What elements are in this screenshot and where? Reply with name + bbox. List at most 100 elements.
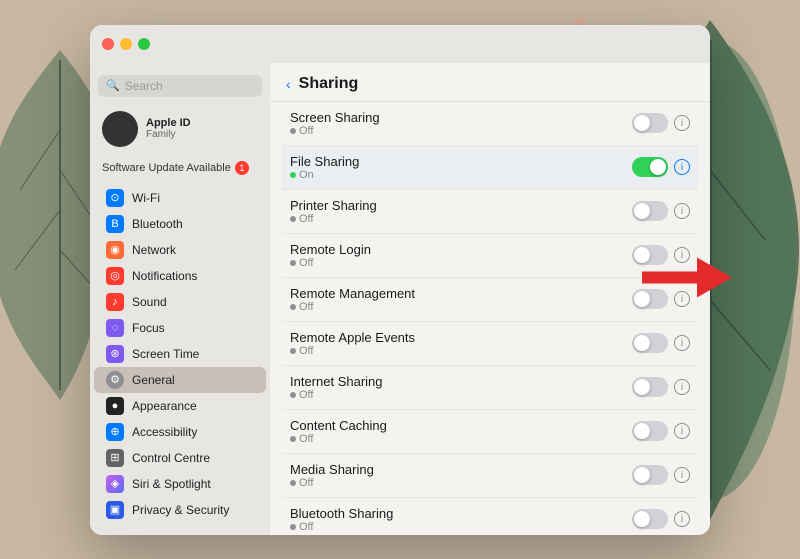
status-dot-screen-sharing xyxy=(290,128,296,134)
status-dot-media-sharing xyxy=(290,480,296,486)
status-dot-content-caching xyxy=(290,436,296,442)
network-icon: ◉ xyxy=(106,241,124,259)
user-profile[interactable]: Apple ID Family xyxy=(90,105,270,153)
status-dot-printer-sharing xyxy=(290,216,296,222)
status-dot-remote-login xyxy=(290,260,296,266)
notifications-icon: ◎ xyxy=(106,267,124,285)
sidebar-item-focus[interactable]: ◌ Focus xyxy=(94,315,266,341)
sharing-row-file-sharing: File SharingOn i xyxy=(282,146,698,190)
search-bar[interactable]: 🔍 Search xyxy=(98,75,262,97)
sharing-list: Screen SharingOffiFile SharingOniPrinter… xyxy=(270,102,710,535)
sidebar-item-screentime[interactable]: ⊛ Screen Time xyxy=(94,341,266,367)
status-text-media-sharing: Off xyxy=(299,477,313,489)
software-update-label: Software Update Available xyxy=(102,162,231,174)
sidebar-item-siri[interactable]: ◈Siri & Spotlight xyxy=(94,471,266,497)
sidebar-item-wifi[interactable]: ⊙Wi-Fi xyxy=(94,185,266,211)
row-title-media-sharing: Media Sharing xyxy=(290,462,632,477)
status-dot-bluetooth-sharing xyxy=(290,524,296,530)
row-title-remote-management: Remote Management xyxy=(290,286,632,301)
update-badge: 1 xyxy=(235,161,249,175)
info-btn-content-caching[interactable]: i xyxy=(674,423,690,439)
sidebar-item-appearance[interactable]: ● Appearance xyxy=(94,393,266,419)
info-btn-remote-apple-events[interactable]: i xyxy=(674,335,690,351)
sidebar-item-notifications[interactable]: ◎ Notifications xyxy=(94,263,266,289)
sidebar-label-notifications: Notifications xyxy=(132,269,197,283)
sidebar-label-sound: Sound xyxy=(132,295,167,309)
row-title-screen-sharing: Screen Sharing xyxy=(290,110,632,125)
row-title-file-sharing: File Sharing xyxy=(290,154,632,169)
toggle-media-sharing[interactable] xyxy=(632,465,668,485)
user-sub: Family xyxy=(146,129,191,140)
screentime-icon: ⊛ xyxy=(106,345,124,363)
status-text-internet-sharing: Off xyxy=(299,389,313,401)
maximize-button[interactable] xyxy=(138,38,150,50)
sidebar-items: ⊙Wi-FiBBluetooth ◉ Network ◎ Notifications ♪ S… xyxy=(90,185,270,523)
info-btn-media-sharing[interactable]: i xyxy=(674,467,690,483)
status-dot-remote-apple-events xyxy=(290,348,296,354)
sidebar-label-privacy: Privacy & Security xyxy=(132,503,229,517)
status-text-content-caching: Off xyxy=(299,433,313,445)
sidebar-item-bluetooth[interactable]: BBluetooth xyxy=(94,211,266,237)
toggle-file-sharing[interactable] xyxy=(632,157,668,177)
status-text-file-sharing: On xyxy=(299,169,314,181)
main-window: 🔍 Search Apple ID Family Software Update… xyxy=(90,25,710,535)
back-button[interactable]: ‹ xyxy=(286,76,291,92)
panel-title: Sharing xyxy=(299,75,359,93)
sidebar: 🔍 Search Apple ID Family Software Update… xyxy=(90,63,270,535)
user-name: Apple ID xyxy=(146,117,191,129)
sharing-row-remote-login: Remote LoginOffi xyxy=(282,234,698,278)
row-title-content-caching: Content Caching xyxy=(290,418,632,433)
sidebar-label-controlcentre: Control Centre xyxy=(132,451,210,465)
status-dot-internet-sharing xyxy=(290,392,296,398)
close-button[interactable] xyxy=(102,38,114,50)
sidebar-label-screentime: Screen Time xyxy=(132,347,199,361)
sidebar-label-accessibility: Accessibility xyxy=(132,425,197,439)
sharing-row-remote-management: Remote ManagementOffi xyxy=(282,278,698,322)
sharing-row-printer-sharing: Printer SharingOffi xyxy=(282,190,698,234)
status-text-screen-sharing: Off xyxy=(299,125,313,137)
sidebar-item-network[interactable]: ◉ Network xyxy=(94,237,266,263)
row-title-internet-sharing: Internet Sharing xyxy=(290,374,632,389)
sharing-row-remote-apple-events: Remote Apple EventsOffi xyxy=(282,322,698,366)
status-text-remote-apple-events: Off xyxy=(299,345,313,357)
content-area: 🔍 Search Apple ID Family Software Update… xyxy=(90,63,710,535)
info-btn-bluetooth-sharing[interactable]: i xyxy=(674,511,690,527)
sidebar-label-bluetooth: Bluetooth xyxy=(132,217,183,231)
appearance-icon: ● xyxy=(106,397,124,415)
accessibility-icon: ⊕ xyxy=(106,423,124,441)
status-text-remote-login: Off xyxy=(299,257,313,269)
sidebar-label-focus: Focus xyxy=(132,321,165,335)
info-btn-screen-sharing[interactable]: i xyxy=(674,115,690,131)
info-btn-internet-sharing[interactable]: i xyxy=(674,379,690,395)
sidebar-label-appearance: Appearance xyxy=(132,399,197,413)
sharing-row-media-sharing: Media SharingOff i xyxy=(282,454,698,498)
sidebar-item-privacy[interactable]: ▣ Privacy & Security xyxy=(94,497,266,523)
focus-icon: ◌ xyxy=(106,319,124,337)
privacy-icon: ▣ xyxy=(106,501,124,519)
toggle-internet-sharing[interactable] xyxy=(632,377,668,397)
toggle-content-caching[interactable] xyxy=(632,421,668,441)
general-icon: ⚙ xyxy=(106,371,124,389)
search-icon: 🔍 xyxy=(106,79,120,92)
sound-icon: ♪ xyxy=(106,293,124,311)
software-update[interactable]: Software Update Available 1 xyxy=(90,157,270,179)
sidebar-item-accessibility[interactable]: ⊕ Accessibility xyxy=(94,419,266,445)
toggle-remote-apple-events[interactable] xyxy=(632,333,668,353)
info-btn-file-sharing[interactable]: i xyxy=(674,159,690,175)
sidebar-label-general: General xyxy=(132,373,175,387)
toggle-bluetooth-sharing[interactable] xyxy=(632,509,668,529)
minimize-button[interactable] xyxy=(120,38,132,50)
toggle-printer-sharing[interactable] xyxy=(632,201,668,221)
red-arrow-indicator xyxy=(642,257,732,302)
siri-icon: ◈ xyxy=(106,475,124,493)
sharing-row-bluetooth-sharing: Bluetooth SharingOffi xyxy=(282,498,698,535)
toggle-screen-sharing[interactable] xyxy=(632,113,668,133)
sidebar-item-general[interactable]: ⚙ General xyxy=(94,367,266,393)
sidebar-item-sound[interactable]: ♪ Sound xyxy=(94,289,266,315)
row-title-remote-login: Remote Login xyxy=(290,242,632,257)
sidebar-label-network: Network xyxy=(132,243,176,257)
sidebar-item-controlcentre[interactable]: ⊞ Control Centre xyxy=(94,445,266,471)
info-btn-printer-sharing[interactable]: i xyxy=(674,203,690,219)
controlcentre-icon: ⊞ xyxy=(106,449,124,467)
sharing-row-content-caching: Content CachingOff i xyxy=(282,410,698,454)
